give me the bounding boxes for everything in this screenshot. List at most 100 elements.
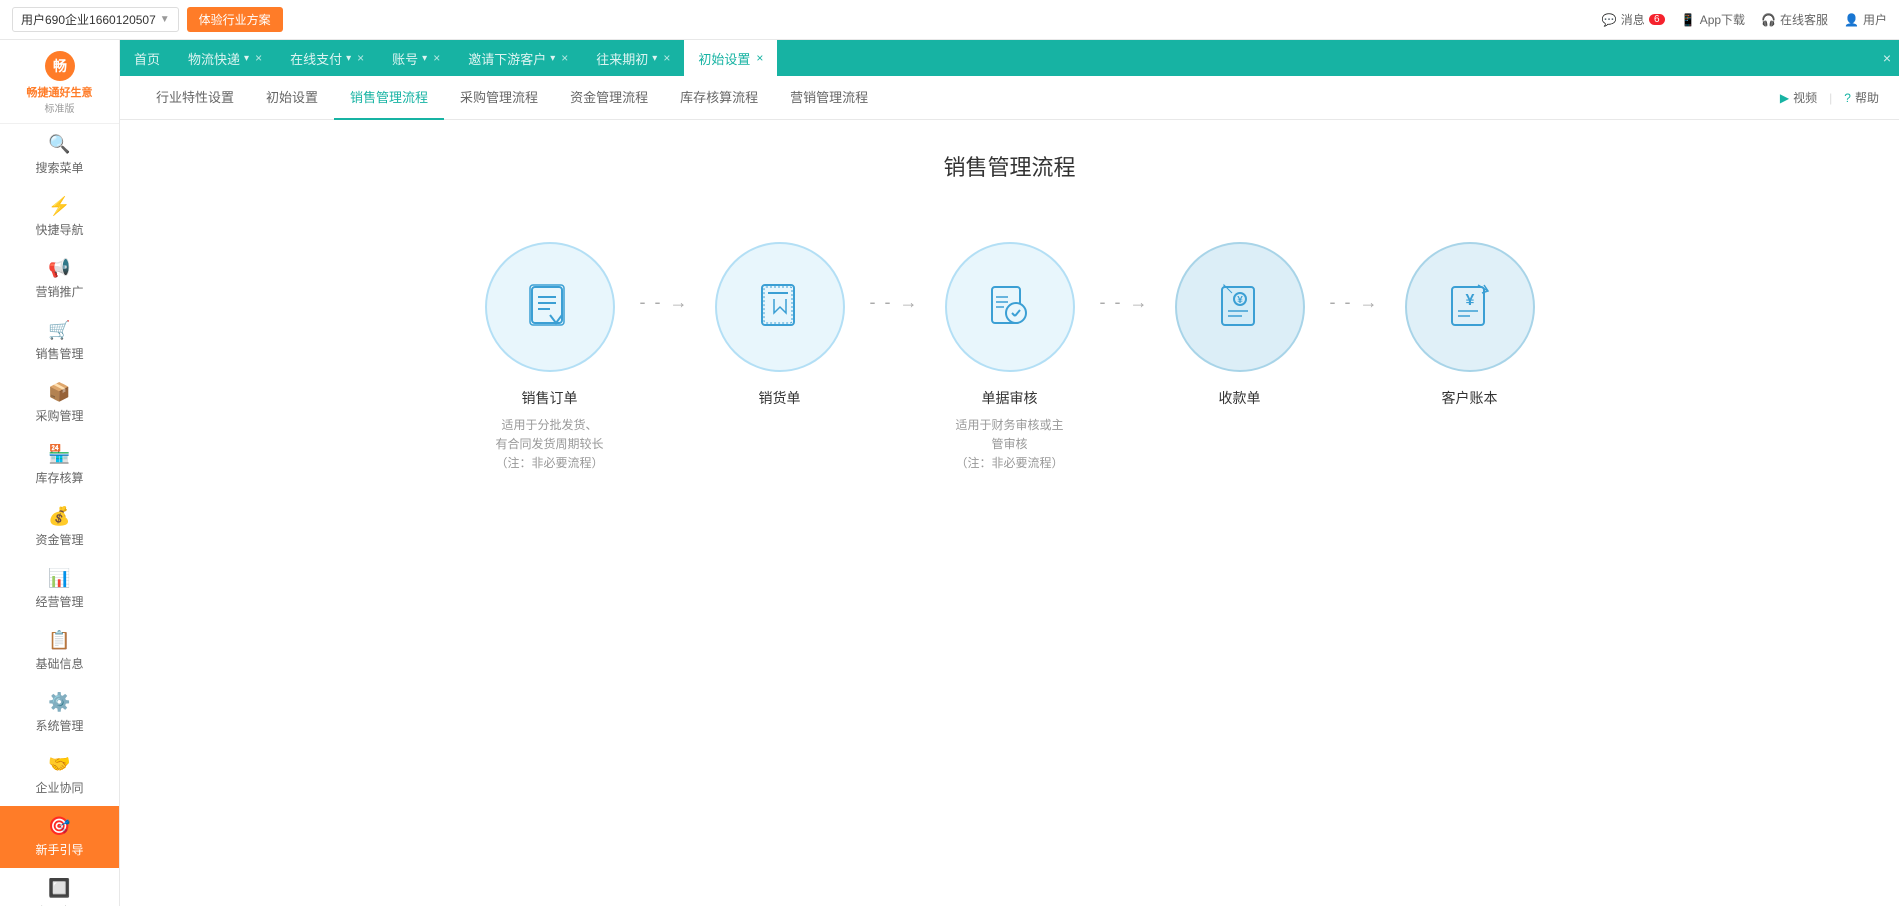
- sidebar-item-inventory[interactable]: 🏪 库存核算: [0, 434, 119, 496]
- period-close-icon[interactable]: ×: [663, 51, 670, 65]
- sub-tab-purchase-flow-label: 采购管理流程: [460, 87, 538, 106]
- user-avatar-button[interactable]: 👤 用户: [1844, 11, 1887, 28]
- nav-tab-init[interactable]: 初始设置 ×: [684, 40, 777, 76]
- sidebar-label-system: 系统管理: [35, 717, 83, 734]
- sidebar-label-quicknav: 快捷导航: [35, 221, 83, 238]
- flow-circle-sales-delivery[interactable]: [715, 242, 845, 372]
- flow-circle-audit[interactable]: [945, 242, 1075, 372]
- nav-tab-downstream[interactable]: 邀请下游客户 ▾ ×: [454, 40, 582, 76]
- sub-tab-industry[interactable]: 行业特性设置: [140, 76, 250, 120]
- sub-tab-purchase-flow[interactable]: 采购管理流程: [444, 76, 554, 120]
- flow-title-customer-ledger: 客户账本: [1442, 388, 1498, 408]
- sidebar-item-collab[interactable]: 🤝 企业协同: [0, 744, 119, 806]
- main-content: 销售管理流程: [120, 120, 1899, 906]
- video-help-button[interactable]: ▶ 视频: [1780, 89, 1817, 106]
- sub-tab-finance-flow[interactable]: 资金管理流程: [554, 76, 664, 120]
- flow-circle-sales-order[interactable]: [485, 242, 615, 372]
- sub-tabs-right: ▶ 视频 | ? 帮助: [1780, 89, 1879, 106]
- online-service-button[interactable]: 🎧 在线客服: [1761, 11, 1828, 28]
- sub-tab-inventory-flow[interactable]: 库存核算流程: [664, 76, 774, 120]
- sidebar-item-basicinfo[interactable]: 📋 基础信息: [0, 620, 119, 682]
- nav-tab-init-label: 初始设置: [698, 49, 750, 68]
- message-button[interactable]: 💬 消息 6: [1602, 11, 1665, 28]
- arrow-dots-3: - - →: [1100, 292, 1150, 313]
- account-dropdown-icon: ▾: [422, 53, 427, 64]
- sidebar-item-finance[interactable]: 💰 资金管理: [0, 496, 119, 558]
- phone-icon: 📱: [1681, 13, 1696, 27]
- dropdown-arrow-icon: ▼: [160, 14, 170, 25]
- inventory-icon: 🏪: [48, 444, 70, 465]
- nav-tab-payment-label: 在线支付: [290, 49, 342, 68]
- sidebar-item-search[interactable]: 🔍 搜索菜单: [0, 124, 119, 186]
- sidebar-item-sales[interactable]: 🛒 销售管理: [0, 310, 119, 372]
- nav-tab-period-label: 往来期初: [596, 49, 648, 68]
- nav-tab-home-label: 首页: [134, 49, 160, 68]
- top-bar: 用户690企业1660120507 ▼ 体验行业方案 💬 消息 6 📱 App下…: [0, 0, 1899, 40]
- sidebar-label-operations: 经营管理: [35, 593, 83, 610]
- close-all-tabs-button[interactable]: ×: [1883, 50, 1891, 66]
- downstream-close-icon[interactable]: ×: [561, 51, 568, 65]
- avatar-icon: 👤: [1844, 13, 1859, 27]
- sidebar: 畅 畅捷通好生意 标准版 🔍 搜索菜单 ⚡ 快捷导航 📢 营销推广 🛒 销售管理…: [0, 40, 120, 906]
- flow-desc-sales-order: 适用于分批发货、有合同发货周期较长（注：非必要流程）: [495, 416, 603, 474]
- trial-button[interactable]: 体验行业方案: [187, 7, 283, 32]
- sidebar-label-purchase: 采购管理: [35, 407, 83, 424]
- payment-close-icon[interactable]: ×: [357, 51, 364, 65]
- message-badge: 6: [1649, 14, 1665, 25]
- page-title: 销售管理流程: [140, 150, 1879, 182]
- nav-tab-logistics[interactable]: 物流快递 ▾ ×: [174, 40, 276, 76]
- logistics-close-icon[interactable]: ×: [255, 51, 262, 65]
- sidebar-item-newguide[interactable]: 🎯 新手引导: [0, 806, 119, 868]
- divider: |: [1829, 91, 1832, 105]
- flow-item-receipt: ¥ 收款单: [1150, 242, 1330, 416]
- help-icon: ?: [1844, 91, 1851, 105]
- logo-text: 畅捷通好生意: [27, 84, 93, 100]
- nav-tab-logistics-label: 物流快递: [188, 49, 240, 68]
- flow-item-audit: 单据审核 适用于财务审核或主管审核（注：非必要流程）: [920, 242, 1100, 474]
- sub-tab-marketing-flow[interactable]: 营销管理流程: [774, 76, 884, 120]
- sub-tab-sales-flow[interactable]: 销售管理流程: [334, 76, 444, 120]
- user-label: 用户690企业1660120507: [21, 11, 156, 28]
- system-icon: ⚙️: [48, 692, 70, 713]
- sidebar-label-finance: 资金管理: [35, 531, 83, 548]
- init-close-icon[interactable]: ×: [756, 51, 763, 65]
- account-close-icon[interactable]: ×: [433, 51, 440, 65]
- operations-icon: 📊: [48, 568, 70, 589]
- app-download-button[interactable]: 📱 App下载: [1681, 11, 1745, 28]
- arrow-dots-2: - - →: [870, 292, 920, 313]
- flow-circle-receipt[interactable]: ¥: [1175, 242, 1305, 372]
- sub-tab-marketing-flow-label: 营销管理流程: [790, 87, 868, 106]
- nav-tab-account[interactable]: 账号 ▾ ×: [378, 40, 454, 76]
- sidebar-item-marketing[interactable]: 📢 营销推广: [0, 248, 119, 310]
- nav-tab-downstream-label: 邀请下游客户: [468, 49, 546, 68]
- purchase-icon: 📦: [48, 382, 70, 403]
- sidebar-item-purchase[interactable]: 📦 采购管理: [0, 372, 119, 434]
- marketing-icon: 📢: [48, 258, 70, 279]
- top-bar-left: 用户690企业1660120507 ▼ 体验行业方案: [12, 7, 283, 32]
- sidebar-item-system[interactable]: ⚙️ 系统管理: [0, 682, 119, 744]
- flow-desc-audit: 适用于财务审核或主管审核（注：非必要流程）: [955, 416, 1063, 474]
- flow-arrow-3: - - →: [1100, 242, 1150, 313]
- logo-icon: 畅: [44, 50, 76, 82]
- sidebar-label-search: 搜索菜单: [35, 159, 83, 176]
- nav-tab-account-label: 账号: [392, 49, 418, 68]
- sidebar-item-quicknav[interactable]: ⚡ 快捷导航: [0, 186, 119, 248]
- arrow-dots-4: - - →: [1330, 292, 1380, 313]
- nav-tab-payment[interactable]: 在线支付 ▾ ×: [276, 40, 378, 76]
- service-label: 在线客服: [1780, 11, 1828, 28]
- user-name-label: 用户: [1863, 11, 1887, 28]
- sidebar-item-appcenter[interactable]: 🔲 应用中心: [0, 868, 119, 906]
- nav-tab-home[interactable]: 首页: [120, 40, 174, 76]
- flow-circle-customer-ledger[interactable]: ¥: [1405, 242, 1535, 372]
- user-selector[interactable]: 用户690企业1660120507 ▼: [12, 7, 179, 32]
- sidebar-label-inventory: 库存核算: [35, 469, 83, 486]
- sub-tab-init[interactable]: 初始设置: [250, 76, 334, 120]
- help-button[interactable]: ? 帮助: [1844, 89, 1879, 106]
- sidebar-item-operations[interactable]: 📊 经营管理: [0, 558, 119, 620]
- basicinfo-icon: 📋: [48, 630, 70, 651]
- nav-tab-period[interactable]: 往来期初 ▾ ×: [582, 40, 684, 76]
- sub-tab-sales-flow-label: 销售管理流程: [350, 87, 428, 106]
- sub-tabs-left: 行业特性设置 初始设置 销售管理流程 采购管理流程 资金管理流程: [140, 76, 884, 120]
- message-icon: 💬: [1602, 13, 1617, 27]
- collab-icon: 🤝: [48, 754, 70, 775]
